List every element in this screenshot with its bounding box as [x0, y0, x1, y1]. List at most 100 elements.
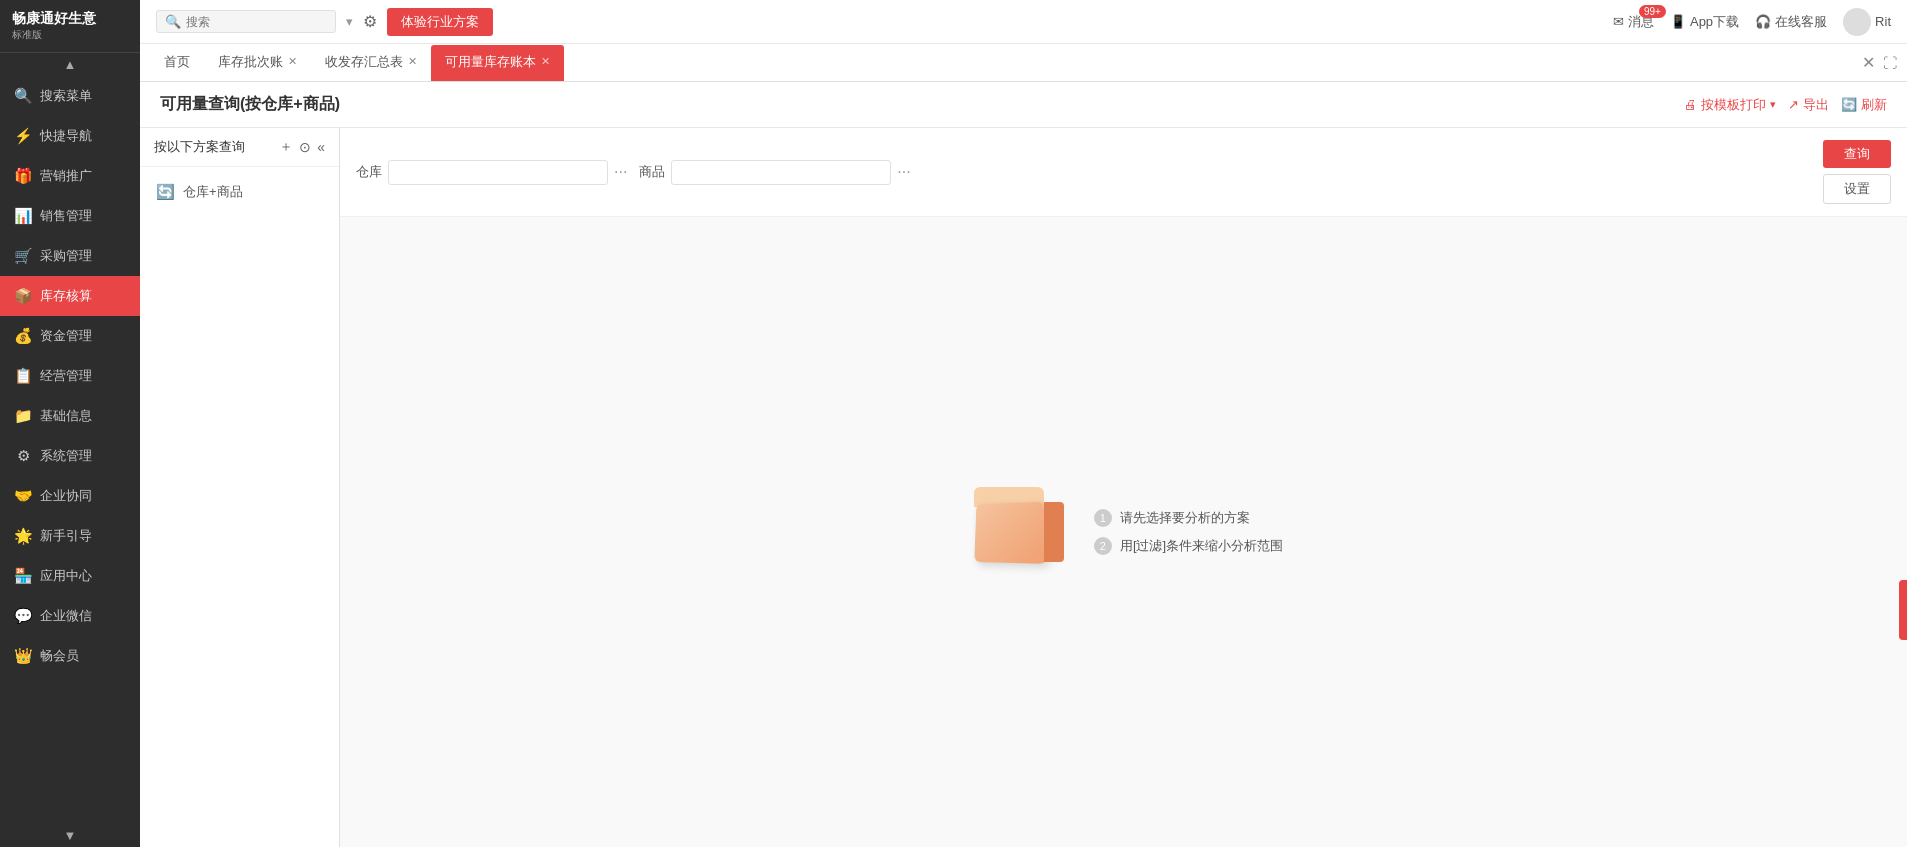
avatar-image	[1843, 8, 1871, 36]
print-chevron-icon: ▾	[1770, 98, 1776, 111]
topbar-dropdown-icon[interactable]: ▾	[346, 14, 353, 29]
print-template-button[interactable]: 🖨 按模板打印 ▾	[1684, 96, 1776, 114]
tab-available-ledger-label: 可用量库存账本	[445, 53, 536, 71]
filter-list: 🔄 仓库+商品	[140, 167, 339, 847]
sidebar-item-inventory[interactable]: 📦 库存核算	[0, 276, 140, 316]
sidebar-item-finance[interactable]: 💰 资金管理	[0, 316, 140, 356]
message-button[interactable]: ✉ 消息 99+	[1613, 13, 1654, 31]
sidebar-label-sales: 销售管理	[40, 207, 92, 225]
sidebar-item-member[interactable]: 👑 畅会员	[0, 636, 140, 676]
topbar-search-icon: 🔍	[165, 14, 181, 29]
filter-settings-icon[interactable]: ⊙	[299, 139, 311, 155]
export-label: 导出	[1803, 96, 1829, 114]
cooperation-icon: 🤝	[14, 487, 32, 505]
sidebar-item-purchase[interactable]: 🛒 采购管理	[0, 236, 140, 276]
refresh-label: 刷新	[1861, 96, 1887, 114]
refresh-icon: 🔄	[1841, 97, 1857, 112]
sidebar-label-search: 搜索菜单	[40, 87, 92, 105]
sidebar-label-app-center: 应用中心	[40, 567, 92, 585]
customer-service-button[interactable]: 🎧 在线客服	[1755, 13, 1827, 31]
sidebar-label-inventory: 库存核算	[40, 287, 92, 305]
empty-state: 1 请先选择要分析的方案 2 用[过滤]条件来缩小分析范围	[340, 217, 1907, 847]
query-action-buttons: 查询 设置	[1823, 140, 1891, 204]
filter-item-warehouse-product[interactable]: 🔄 仓库+商品	[140, 175, 339, 209]
window-close-button[interactable]: ✕	[1862, 53, 1875, 72]
search-icon: 🔍	[14, 87, 32, 105]
filter-add-icon[interactable]: ＋	[279, 138, 293, 156]
tab-available-ledger-close[interactable]: ✕	[541, 55, 550, 68]
hint-text-1: 请先选择要分析的方案	[1120, 509, 1250, 527]
sidebar-item-marketing[interactable]: 🎁 营销推广	[0, 156, 140, 196]
customer-service-label: 在线客服	[1775, 13, 1827, 31]
sidebar-item-cooperation[interactable]: 🤝 企业协同	[0, 476, 140, 516]
sidebar-label-purchase: 采购管理	[40, 247, 92, 265]
newbie-icon: 🌟	[14, 527, 32, 545]
sidebar-item-newbie[interactable]: 🌟 新手引导	[0, 516, 140, 556]
sidebar-item-operations[interactable]: 📋 经营管理	[0, 356, 140, 396]
window-expand-button[interactable]: ⛶	[1883, 55, 1897, 71]
sidebar-item-app-center[interactable]: 🏪 应用中心	[0, 556, 140, 596]
filter-collapse-icon[interactable]: «	[317, 139, 325, 155]
sidebar-nav: 🔍 搜索菜单 ⚡ 快捷导航 🎁 营销推广 📊 销售管理 🛒 采购管理 📦 库存核…	[0, 76, 140, 824]
app-logo: 畅康通好生意 标准版	[0, 0, 140, 53]
topbar-search-box[interactable]: 🔍	[156, 10, 336, 33]
product-input[interactable]	[671, 160, 891, 185]
app-download-button[interactable]: 📱 App下载	[1670, 13, 1739, 31]
sidebar-item-sales[interactable]: 📊 销售管理	[0, 196, 140, 236]
topbar-gear-icon[interactable]: ⚙	[363, 12, 377, 31]
page-title: 可用量查询(按仓库+商品)	[160, 94, 340, 115]
print-template-label: 按模板打印	[1701, 96, 1766, 114]
app-edition: 标准版	[12, 28, 128, 42]
sidebar-scroll-down[interactable]: ▼	[0, 824, 140, 847]
empty-hint-1: 1 请先选择要分析的方案	[1094, 509, 1283, 527]
empty-hints: 1 请先选择要分析的方案 2 用[过滤]条件来缩小分析范围	[1094, 509, 1283, 555]
page-actions: 🖨 按模板打印 ▾ ↗ 导出 🔄 刷新	[1684, 96, 1887, 114]
sidebar-label-operations: 经营管理	[40, 367, 92, 385]
sidebar-scroll-up[interactable]: ▲	[0, 53, 140, 76]
user-avatar[interactable]: Rit	[1843, 8, 1891, 36]
marketing-icon: 🎁	[14, 167, 32, 185]
filter-item-label: 仓库+商品	[183, 183, 243, 201]
tab-window-controls: ✕ ⛶	[1862, 53, 1897, 72]
sidebar-label-cooperation: 企业协同	[40, 487, 92, 505]
message-badge: 99+	[1639, 5, 1666, 18]
sidebar-label-finance: 资金管理	[40, 327, 92, 345]
sidebar-item-basic[interactable]: 📁 基础信息	[0, 396, 140, 436]
warehouse-input[interactable]	[388, 160, 608, 185]
tab-batch-ledger[interactable]: 库存批次账 ✕	[204, 45, 311, 81]
tab-batch-ledger-close[interactable]: ✕	[288, 55, 297, 68]
user-name: Rit	[1875, 14, 1891, 29]
tab-receive-summary[interactable]: 收发存汇总表 ✕	[311, 45, 431, 81]
trial-industry-button[interactable]: 体验行业方案	[387, 8, 493, 36]
product-more-icon[interactable]: ···	[897, 163, 910, 181]
basic-icon: 📁	[14, 407, 32, 425]
system-icon: ⚙	[14, 447, 32, 465]
print-icon: 🖨	[1684, 97, 1697, 112]
query-panel: 仓库 ··· 商品 ··· 查询 设置	[340, 128, 1907, 847]
member-icon: 👑	[14, 647, 32, 665]
empty-illustration	[964, 482, 1064, 582]
sidebar-item-system[interactable]: ⚙ 系统管理	[0, 436, 140, 476]
sidebar-item-quick-nav[interactable]: ⚡ 快捷导航	[0, 116, 140, 156]
sales-icon: 📊	[14, 207, 32, 225]
tab-home[interactable]: 首页	[150, 45, 204, 81]
refresh-button[interactable]: 🔄 刷新	[1841, 96, 1887, 114]
sidebar-item-wechat[interactable]: 💬 企业微信	[0, 596, 140, 636]
settings-button[interactable]: 设置	[1823, 174, 1891, 204]
content-area: 按以下方案查询 ＋ ⊙ « 🔄 仓库+商品 仓库	[140, 128, 1907, 847]
topbar-search-input[interactable]	[186, 15, 306, 29]
tab-available-ledger[interactable]: 可用量库存账本 ✕	[431, 45, 564, 81]
warehouse-label: 仓库	[356, 163, 382, 181]
page-header: 可用量查询(按仓库+商品) 🖨 按模板打印 ▾ ↗ 导出 🔄 刷新	[140, 82, 1907, 128]
box-side-face	[1044, 502, 1064, 562]
export-button[interactable]: ↗ 导出	[1788, 96, 1829, 114]
query-button[interactable]: 查询	[1823, 140, 1891, 168]
tab-batch-ledger-label: 库存批次账	[218, 53, 283, 71]
warehouse-more-icon[interactable]: ···	[614, 163, 627, 181]
tab-receive-summary-close[interactable]: ✕	[408, 55, 417, 68]
app-center-icon: 🏪	[14, 567, 32, 585]
filter-title: 按以下方案查询	[154, 138, 245, 156]
sidebar-item-search[interactable]: 🔍 搜索菜单	[0, 76, 140, 116]
sidebar-label-newbie: 新手引导	[40, 527, 92, 545]
main-area: 🔍 ▾ ⚙ 体验行业方案 ✉ 消息 99+ 📱 App下载 🎧 在线客服 Rit	[140, 0, 1907, 847]
